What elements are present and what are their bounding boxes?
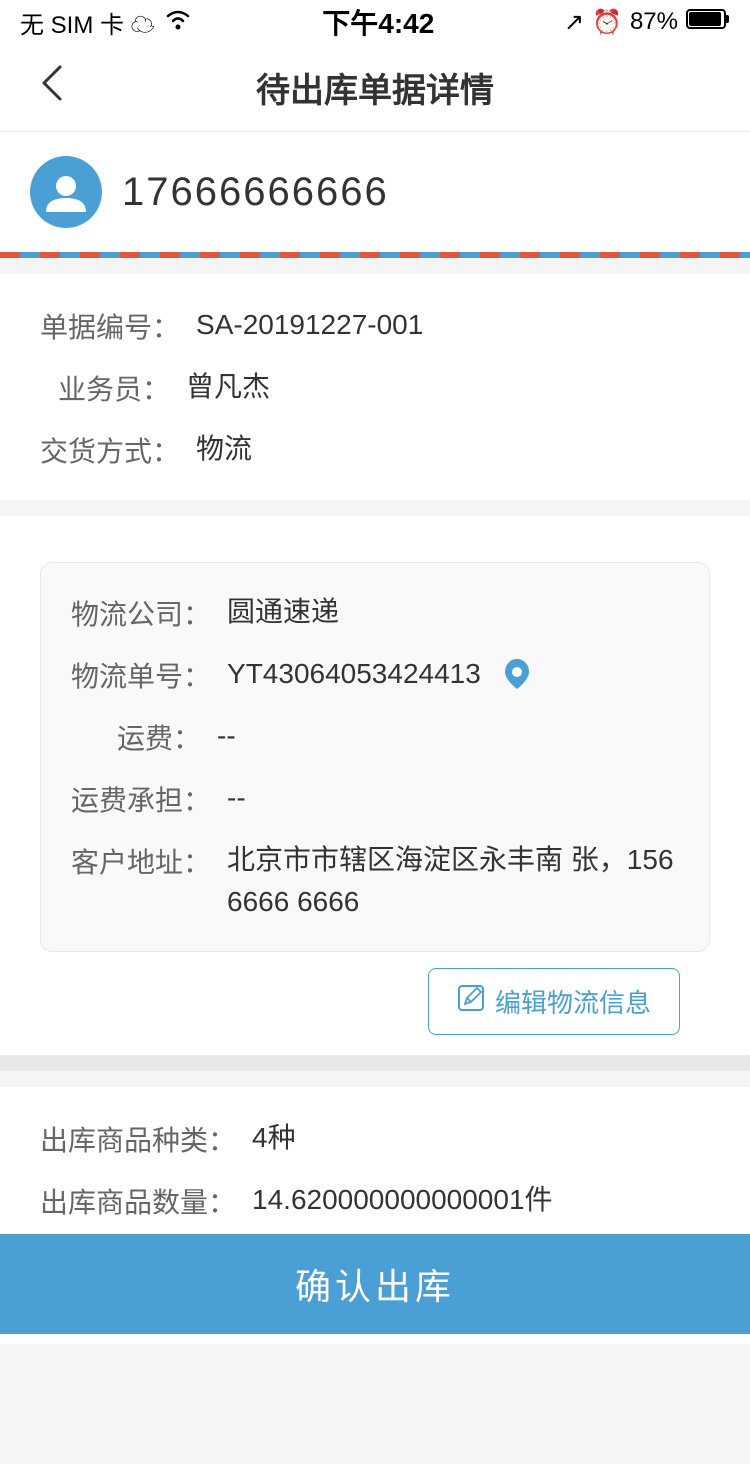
sales-person-label: 业务员： bbox=[40, 366, 170, 408]
edit-icon bbox=[457, 984, 485, 1019]
product-types-row: 出库商品种类： 4种 bbox=[40, 1117, 710, 1159]
section-divider bbox=[0, 1055, 750, 1071]
logistics-company-row: 物流公司： 圆通速递 bbox=[71, 591, 679, 633]
document-number-label: 单据编号： bbox=[40, 304, 180, 346]
avatar bbox=[30, 156, 102, 228]
edit-logistics-container: 编辑物流信息 bbox=[40, 952, 710, 1055]
freight-bearer-label: 运费承担： bbox=[71, 777, 211, 819]
sim-status: 无 SIM 卡 ☁ bbox=[20, 5, 155, 40]
product-types-label: 出库商品种类： bbox=[40, 1117, 236, 1159]
tracking-number-label: 物流单号： bbox=[71, 653, 211, 695]
address-label: 客户地址： bbox=[71, 839, 211, 881]
page-title: 待出库单据详情 bbox=[256, 63, 494, 112]
back-button[interactable] bbox=[30, 53, 74, 122]
customer-phone: 17666666666 bbox=[122, 170, 389, 215]
customer-header: 17666666666 bbox=[0, 132, 750, 252]
logistics-section: 物流公司： 圆通速递 物流单号： YT43064053424413 运费： --… bbox=[0, 516, 750, 1055]
tracking-number-value: YT43064053424413 bbox=[227, 653, 679, 695]
product-quantity-row: 出库商品数量： 14.620000000000001件 bbox=[40, 1179, 710, 1221]
dashed-divider bbox=[0, 252, 750, 258]
basic-info-section: 单据编号： SA-20191227-001 业务员： 曾凡杰 交货方式： 物流 bbox=[0, 274, 750, 500]
battery-icon bbox=[686, 8, 730, 37]
bottom-spacer bbox=[0, 1344, 750, 1464]
delivery-method-row: 交货方式： 物流 bbox=[40, 428, 710, 470]
wifi-icon bbox=[163, 8, 193, 37]
battery-status: 87% bbox=[630, 8, 678, 36]
confirm-outbound-button[interactable]: 确认出库 bbox=[0, 1234, 750, 1334]
tracking-number-row: 物流单号： YT43064053424413 bbox=[71, 653, 679, 695]
alarm-icon: ⏰ bbox=[592, 8, 622, 37]
freight-row: 运费： -- bbox=[71, 715, 679, 757]
status-bar-right: ↗ ⏰ 87% bbox=[564, 8, 730, 37]
product-quantity-label: 出库商品数量： bbox=[40, 1179, 236, 1221]
sales-person-value: 曾凡杰 bbox=[186, 366, 710, 408]
delivery-method-label: 交货方式： bbox=[40, 428, 180, 470]
freight-bearer-value: -- bbox=[227, 777, 679, 819]
status-bar-left: 无 SIM 卡 ☁ bbox=[20, 5, 193, 40]
sales-person-row: 业务员： 曾凡杰 bbox=[40, 366, 710, 408]
location-status-icon: ↗ bbox=[564, 8, 584, 37]
product-types-value: 4种 bbox=[252, 1117, 710, 1159]
logistics-card: 物流公司： 圆通速递 物流单号： YT43064053424413 运费： --… bbox=[40, 562, 710, 952]
nav-bar: 待出库单据详情 bbox=[0, 44, 750, 132]
logistics-company-value: 圆通速递 bbox=[227, 591, 679, 633]
address-value: 北京市市辖区海淀区永丰南 张，156 6666 6666 bbox=[227, 839, 679, 923]
document-number-value: SA-20191227-001 bbox=[196, 304, 710, 346]
confirm-outbound-label: 确认出库 bbox=[295, 1258, 455, 1310]
freight-bearer-row: 运费承担： -- bbox=[71, 777, 679, 819]
location-icon[interactable] bbox=[497, 654, 537, 694]
edit-logistics-button[interactable]: 编辑物流信息 bbox=[428, 968, 680, 1035]
logistics-company-label: 物流公司： bbox=[71, 591, 211, 633]
product-quantity-value: 14.620000000000001件 bbox=[252, 1179, 710, 1221]
status-bar-time: 下午4:42 bbox=[322, 2, 434, 42]
address-row: 客户地址： 北京市市辖区海淀区永丰南 张，156 6666 6666 bbox=[71, 839, 679, 923]
edit-logistics-label: 编辑物流信息 bbox=[495, 983, 651, 1020]
document-number-row: 单据编号： SA-20191227-001 bbox=[40, 304, 710, 346]
status-bar: 无 SIM 卡 ☁ 下午4:42 ↗ ⏰ 87% bbox=[0, 0, 750, 44]
freight-label: 运费： bbox=[71, 715, 201, 757]
delivery-method-value: 物流 bbox=[196, 428, 710, 470]
freight-value: -- bbox=[217, 715, 679, 757]
